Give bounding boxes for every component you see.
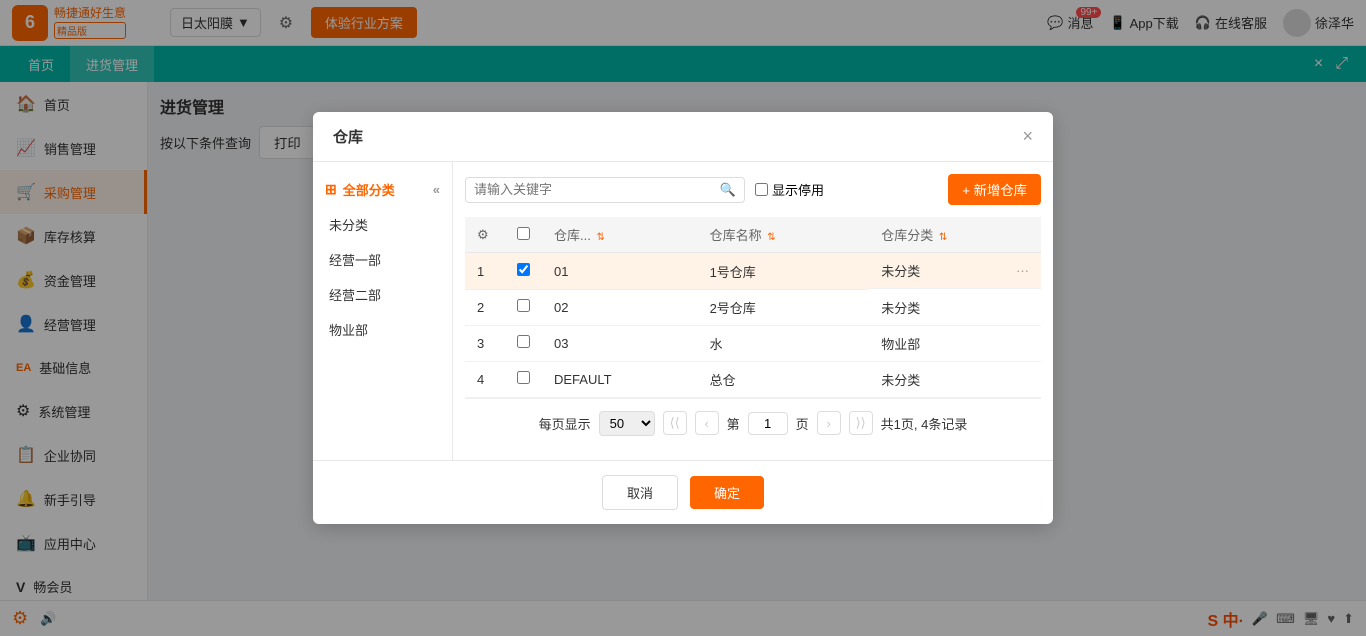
row-name: 总仓 [698,361,870,397]
collapse-icon[interactable]: « [433,182,440,197]
row-index: 1 [465,253,505,290]
col-checkbox [505,217,542,253]
row-name: 2号仓库 [698,289,870,325]
category-header[interactable]: ⊞ 全部分类 « [313,172,452,207]
row-index: 2 [465,289,505,325]
table-row[interactable]: 3 03 水 物业部 [465,325,1041,361]
add-warehouse-button[interactable]: + 新增仓库 [948,174,1041,205]
col-code: 仓库... ⇅ [542,217,698,253]
row-index: 3 [465,325,505,361]
warehouse-modal: 仓库 × ⊞ 全部分类 « 未分类 经营一部 经营二部 物业部 [313,112,1053,524]
modal-overlay: 仓库 × ⊞ 全部分类 « 未分类 经营一部 经营二部 物业部 [0,0,1366,636]
col-settings: ⚙ [465,217,505,253]
prev-page-button[interactable]: ‹ [695,411,719,435]
row-checkbox-cell [505,289,542,325]
row-checkbox-cell [505,253,542,290]
next-page-button[interactable]: › [817,411,841,435]
show-disabled-checkbox[interactable]: 显示停用 [755,180,824,199]
last-page-button[interactable]: ⟩⟩ [849,411,873,435]
select-all-checkbox[interactable] [517,227,530,240]
row-code: 02 [542,289,698,325]
table-row[interactable]: 1 01 1号仓库 未分类 ··· [465,253,1041,290]
pagination: 每页显示 50 100 ⟨⟨ ‹ 第 页 › ⟩⟩ 共1页, 4条记录 [465,398,1041,448]
first-page-button[interactable]: ⟨⟨ [663,411,687,435]
modal-header: 仓库 × [313,112,1053,162]
cancel-button[interactable]: 取消 [602,475,678,510]
sort-code-icon: ⇅ [596,232,604,243]
row-checkbox[interactable] [517,263,530,276]
modal-main: 🔍 显示停用 + 新增仓库 ⚙ [453,162,1053,460]
row-checkbox[interactable] [517,335,530,348]
table-row[interactable]: 4 DEFAULT 总仓 未分类 [465,361,1041,397]
page-size-select[interactable]: 50 100 [599,411,655,436]
show-disabled-input[interactable] [755,183,768,196]
row-category: 未分类 [869,289,1041,325]
row-checkbox-cell [505,361,542,397]
category-item-dept2[interactable]: 经营二部 [313,277,452,312]
search-input[interactable] [474,182,720,197]
search-icon[interactable]: 🔍 [720,182,736,198]
row-code: 03 [542,325,698,361]
row-code: DEFAULT [542,361,698,397]
confirm-button[interactable]: 确定 [690,476,764,509]
sort-name-icon: ⇅ [767,232,775,243]
table-container: ⚙ 仓库... ⇅ 仓库名称 ⇅ [465,217,1041,398]
row-category: 未分类 [869,361,1041,397]
row-checkbox-cell [505,325,542,361]
row-name: 1号仓库 [698,253,870,290]
row-index: 4 [465,361,505,397]
modal-footer: 取消 确定 [313,460,1053,524]
row-name: 水 [698,325,870,361]
row-category: 未分类 ··· [869,253,1041,289]
row-code: 01 [542,253,698,290]
warehouse-table: ⚙ 仓库... ⇅ 仓库名称 ⇅ [465,217,1041,398]
modal-title: 仓库 [333,126,363,147]
row-actions-icon[interactable]: ··· [1016,263,1029,278]
row-checkbox[interactable] [517,299,530,312]
category-item-property[interactable]: 物业部 [313,312,452,347]
category-sidebar: ⊞ 全部分类 « 未分类 经营一部 经营二部 物业部 [313,162,453,460]
col-category: 仓库分类 ⇅ [869,217,1041,253]
col-name: 仓库名称 ⇅ [698,217,870,253]
search-box: 🔍 [465,177,745,203]
category-item-dept1[interactable]: 经营一部 [313,242,452,277]
table-row[interactable]: 2 02 2号仓库 未分类 [465,289,1041,325]
category-item-unclassified[interactable]: 未分类 [313,207,452,242]
sort-category-icon: ⇅ [939,232,947,243]
modal-toolbar: 🔍 显示停用 + 新增仓库 [465,174,1041,205]
modal-close-button[interactable]: × [1022,126,1033,147]
grid-icon: ⊞ [325,181,337,198]
page-number-input[interactable] [748,412,788,435]
row-checkbox[interactable] [517,371,530,384]
row-category: 物业部 [869,325,1041,361]
modal-body: ⊞ 全部分类 « 未分类 经营一部 经营二部 物业部 🔍 [313,162,1053,460]
